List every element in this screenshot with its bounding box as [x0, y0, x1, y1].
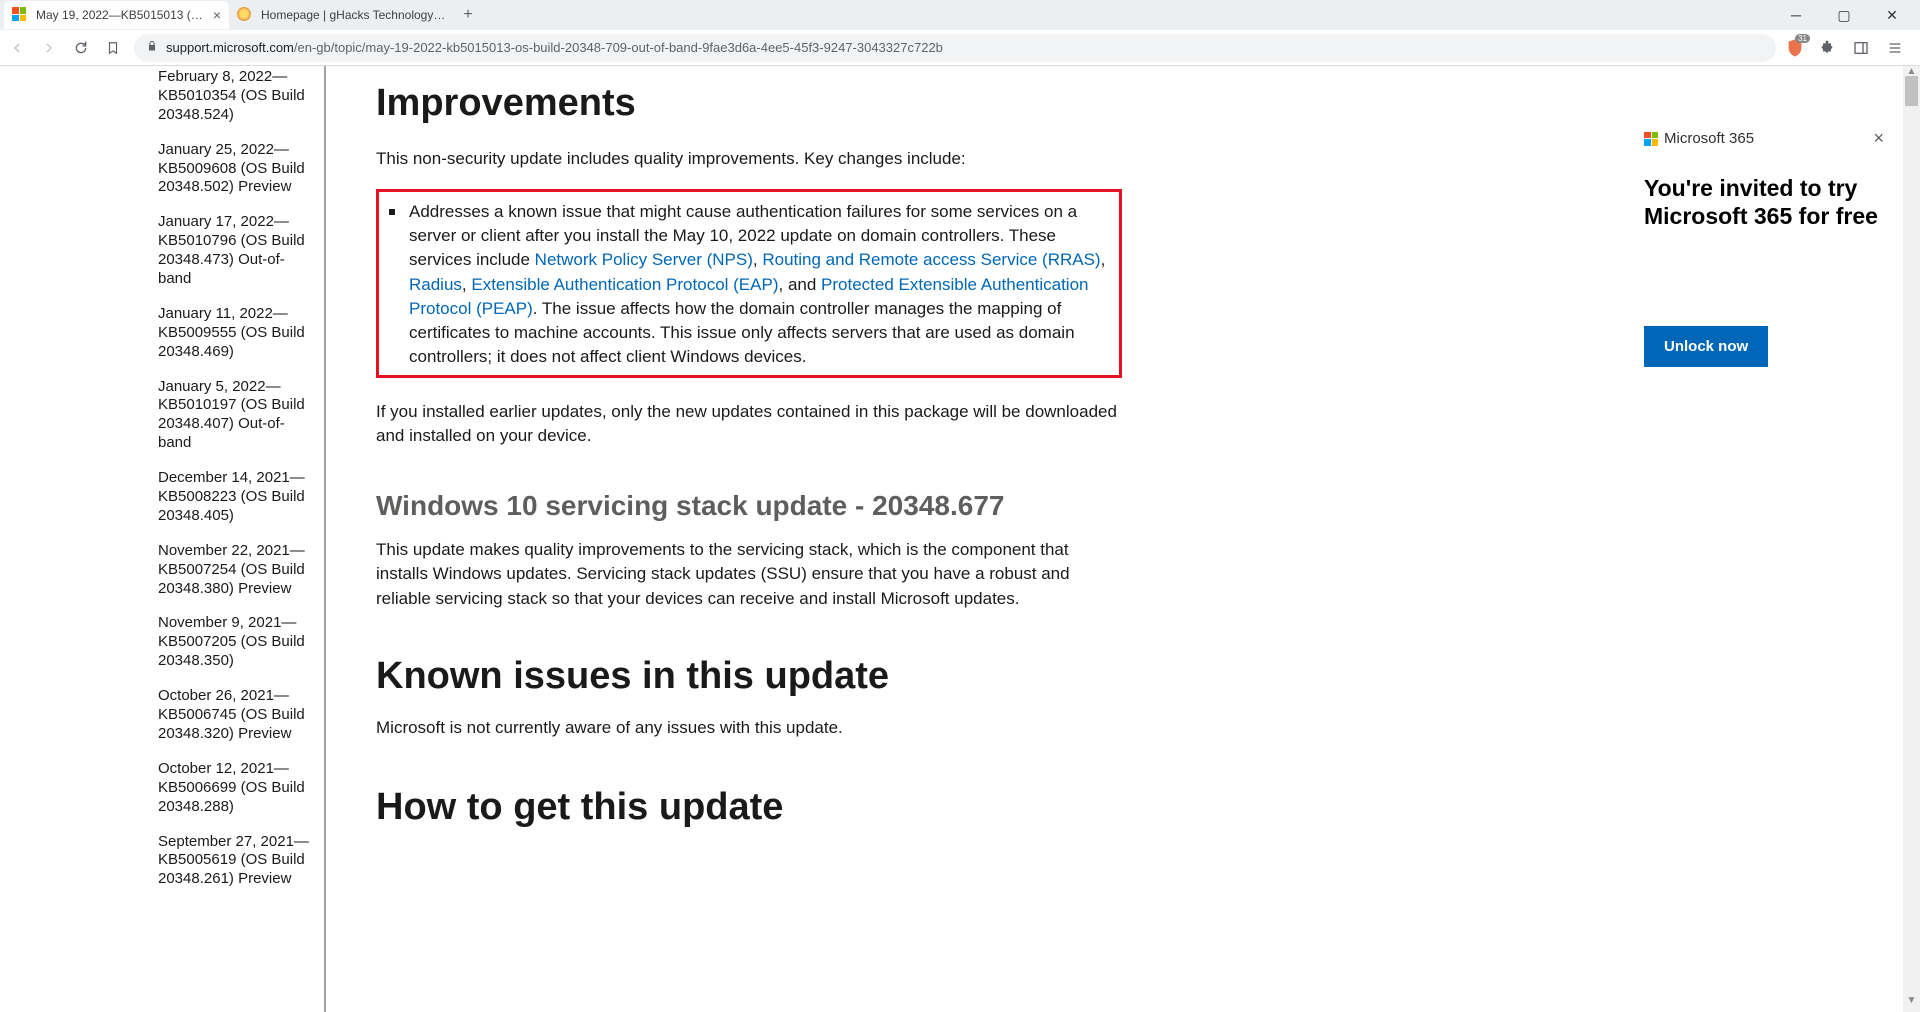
- forward-button[interactable]: [38, 37, 60, 59]
- paragraph: This update makes quality improvements t…: [376, 538, 1122, 610]
- close-tab-icon[interactable]: ×: [213, 7, 221, 23]
- paragraph: If you installed earlier updates, only t…: [376, 400, 1122, 448]
- sidebar-item[interactable]: October 26, 2021—KB5006745 (OS Build 203…: [130, 679, 324, 752]
- lock-icon: [146, 39, 158, 56]
- ghacks-favicon-icon: [237, 7, 253, 23]
- promo-title: You're invited to try Microsoft 365 for …: [1644, 175, 1884, 230]
- sidebar-item[interactable]: November 9, 2021—KB5007205 (OS Build 203…: [130, 606, 324, 679]
- sidebar-icon[interactable]: [1850, 37, 1872, 59]
- microsoft-favicon-icon: [12, 7, 28, 23]
- reload-button[interactable]: [70, 37, 92, 59]
- bookmark-button[interactable]: [102, 37, 124, 59]
- heading-how-to-get: How to get this update: [376, 786, 1122, 829]
- sidebar-nav: February 8, 2022—KB5010354 (OS Build 203…: [130, 66, 326, 1012]
- sidebar-item[interactable]: November 22, 2021—KB5007254 (OS Build 20…: [130, 534, 324, 607]
- minimize-button[interactable]: ─: [1772, 0, 1820, 30]
- link-rras[interactable]: Routing and Remote access Service (RRAS): [762, 250, 1100, 269]
- unlock-now-button[interactable]: Unlock now: [1644, 326, 1768, 367]
- highlighted-bullet-box: Addresses a known issue that might cause…: [376, 189, 1122, 378]
- link-nps[interactable]: Network Policy Server (NPS): [535, 250, 753, 269]
- link-radius[interactable]: Radius: [409, 275, 462, 294]
- article-content: Improvements This non-security update in…: [326, 66, 1122, 1012]
- tab-title: May 19, 2022—KB5015013 (OS Bu: [36, 8, 207, 22]
- promo-brand: Microsoft 365: [1664, 130, 1754, 147]
- toolbar: support.microsoft.com/en-gb/topic/may-19…: [0, 30, 1920, 66]
- link-eap[interactable]: Extensible Authentication Protocol (EAP): [471, 275, 778, 294]
- sidebar-item[interactable]: January 17, 2022—KB5010796 (OS Build 203…: [130, 205, 324, 297]
- tab-strip: May 19, 2022—KB5015013 (OS Bu × Homepage…: [0, 0, 1920, 30]
- menu-button[interactable]: [1884, 37, 1906, 59]
- sidebar-item[interactable]: December 14, 2021—KB5008223 (OS Build 20…: [130, 461, 324, 534]
- promo-panel: Microsoft 365 × You're invited to try Mi…: [1644, 128, 1884, 367]
- scrollbar-thumb[interactable]: [1905, 76, 1918, 106]
- intro-paragraph: This non-security update includes qualit…: [376, 147, 1122, 171]
- promo-close-button[interactable]: ×: [1873, 128, 1884, 149]
- maximize-button[interactable]: ▢: [1820, 0, 1868, 30]
- microsoft-logo-icon: [1644, 132, 1658, 146]
- vertical-scrollbar[interactable]: ▲ ▼: [1903, 66, 1920, 1012]
- new-tab-button[interactable]: +: [454, 6, 482, 24]
- sidebar-item[interactable]: October 12, 2021—KB5006699 (OS Build 203…: [130, 752, 324, 825]
- heading-ssu: Windows 10 servicing stack update - 2034…: [376, 490, 1122, 522]
- paragraph: Microsoft is not currently aware of any …: [376, 716, 1122, 740]
- sidebar-item[interactable]: February 8, 2022—KB5010354 (OS Build 203…: [130, 68, 324, 133]
- bullet-text: Addresses a known issue that might cause…: [409, 200, 1109, 369]
- tab-active[interactable]: May 19, 2022—KB5015013 (OS Bu ×: [4, 1, 229, 29]
- scroll-down-arrow-icon[interactable]: ▼: [1903, 995, 1920, 1012]
- address-bar[interactable]: support.microsoft.com/en-gb/topic/may-19…: [134, 34, 1776, 62]
- heading-improvements: Improvements: [376, 82, 1122, 125]
- tab-title: Homepage | gHacks Technology News: [261, 8, 446, 22]
- sidebar-item[interactable]: January 11, 2022—KB5009555 (OS Build 203…: [130, 297, 324, 370]
- extensions-icon[interactable]: [1816, 37, 1838, 59]
- url-host: support.microsoft.com: [166, 40, 294, 55]
- url-path: /en-gb/topic/may-19-2022-kb5015013-os-bu…: [294, 40, 943, 55]
- back-button[interactable]: [6, 37, 28, 59]
- sidebar-item[interactable]: January 5, 2022—KB5010197 (OS Build 2034…: [130, 370, 324, 462]
- sidebar-item[interactable]: September 27, 2021—KB5005619 (OS Build 2…: [130, 825, 324, 898]
- shield-badge: 31: [1795, 34, 1810, 43]
- heading-known-issues: Known issues in this update: [376, 655, 1122, 698]
- bullet-marker-icon: [389, 209, 395, 215]
- sidebar-item[interactable]: January 25, 2022—KB5009608 (OS Build 203…: [130, 133, 324, 206]
- close-window-button[interactable]: ✕: [1868, 0, 1916, 30]
- tab-inactive[interactable]: Homepage | gHacks Technology News: [229, 1, 454, 29]
- brave-shield-icon[interactable]: 31: [1786, 38, 1804, 58]
